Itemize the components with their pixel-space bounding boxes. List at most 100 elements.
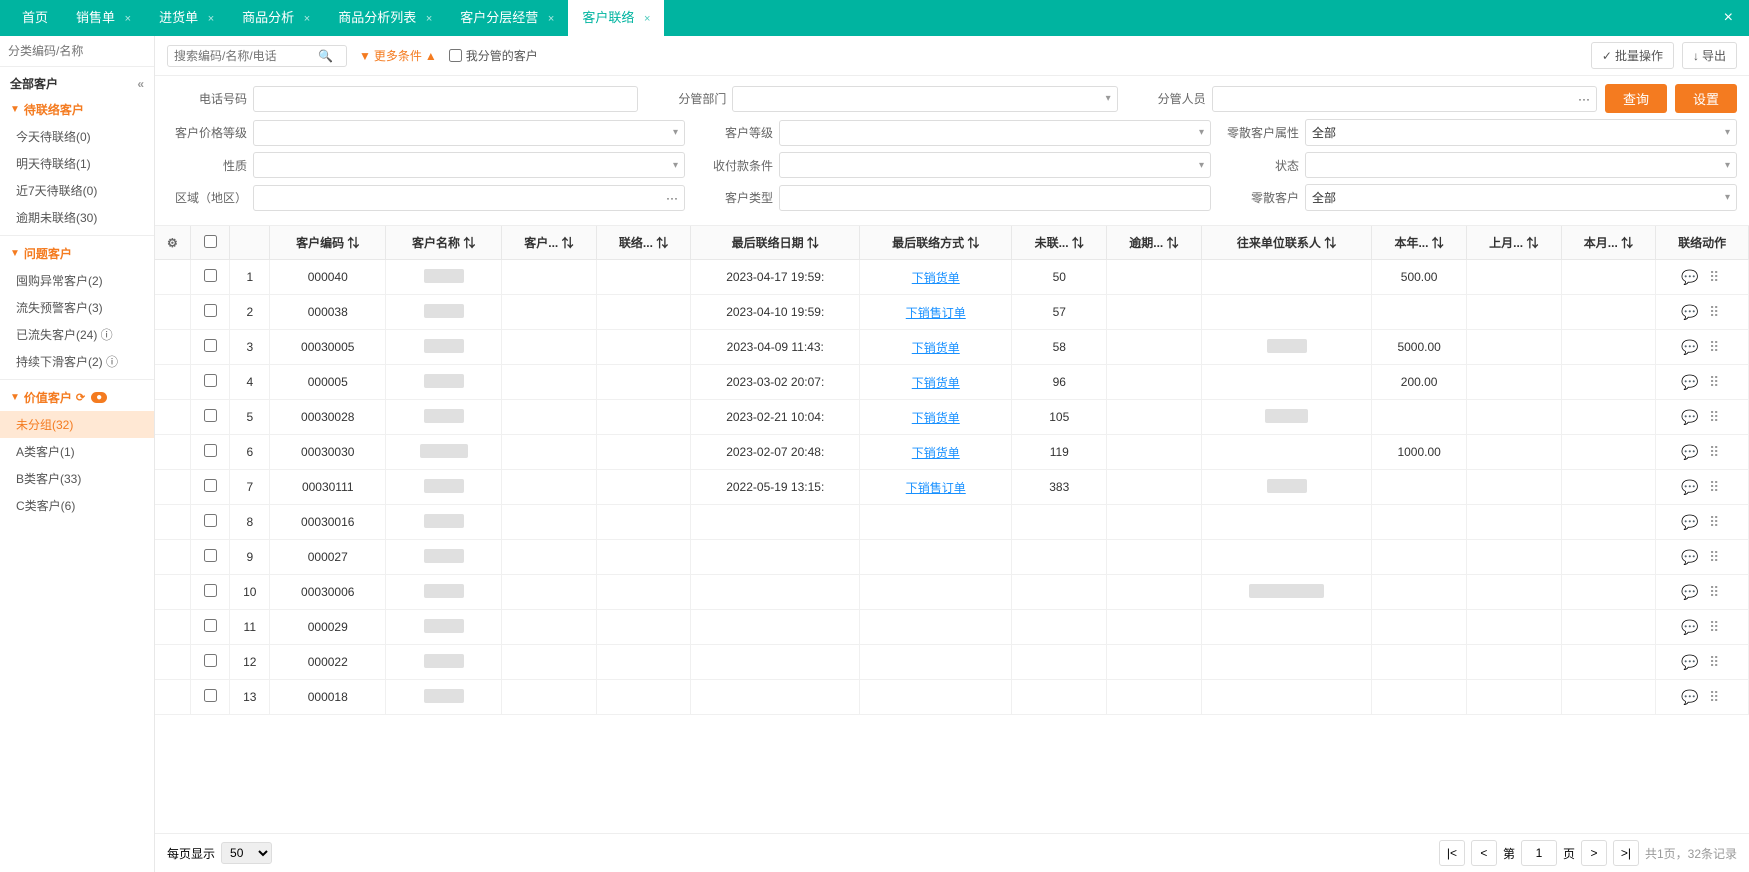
dept-select[interactable]: ▾ (732, 86, 1117, 112)
row-checkbox[interactable] (204, 689, 217, 702)
phone-input[interactable] (253, 86, 638, 112)
close-product-analysis-list-icon[interactable]: × (426, 13, 432, 25)
th-name[interactable]: 客户名称 ⇅ (386, 226, 502, 260)
nav-product-analysis-list[interactable]: 商品分析列表 × (324, 0, 446, 36)
sidebar-item-ungrouped[interactable]: 未分组(32) (0, 411, 154, 438)
row-checkbox[interactable] (204, 444, 217, 457)
message-icon[interactable]: 💬 (1680, 547, 1700, 567)
select-all-checkbox[interactable] (204, 235, 217, 248)
message-icon[interactable]: 💬 (1680, 337, 1700, 357)
row-checkbox[interactable] (204, 514, 217, 527)
row-checkbox[interactable] (204, 374, 217, 387)
last-type-link[interactable]: 下销货单 (912, 341, 960, 355)
customer-type-input[interactable] (779, 185, 1211, 211)
last-type-link[interactable]: 下销售订单 (906, 306, 966, 320)
th-overdue[interactable]: 逾期... ⇅ (1107, 226, 1202, 260)
more-icon[interactable]: ⠿ (1704, 337, 1724, 357)
sidebar-item-churn-warning[interactable]: 流失预警客户(3) (0, 294, 154, 321)
search-button-icon[interactable]: 🔍 (318, 49, 333, 63)
manager-input[interactable]: ··· (1212, 86, 1597, 112)
customer-level-select[interactable]: ▾ (779, 120, 1211, 146)
th-last-date[interactable]: 最后联络日期 ⇅ (691, 226, 860, 260)
sidebar-search-input[interactable] (8, 44, 155, 58)
row-checkbox[interactable] (204, 584, 217, 597)
export-btn[interactable]: ↓ 导出 (1682, 42, 1737, 69)
more-icon[interactable]: ⠿ (1704, 687, 1724, 707)
window-close-button[interactable]: × (1716, 9, 1741, 27)
more-icon[interactable]: ⠿ (1704, 512, 1724, 532)
row-checkbox[interactable] (204, 409, 217, 422)
query-button[interactable]: 查询 (1605, 84, 1667, 113)
retail-customer-select[interactable]: 全部 ▾ (1305, 184, 1737, 211)
sidebar-item-tomorrow-pending[interactable]: 明天待联络(1) (0, 150, 154, 177)
th-code[interactable]: 客户编码 ⇅ (270, 226, 386, 260)
problem-customers-group[interactable]: ▼ 问题客户 (0, 240, 154, 267)
settings-icon[interactable]: ⚙ (167, 236, 178, 250)
more-icon[interactable]: ⠿ (1704, 407, 1724, 427)
close-customer-contact-icon[interactable]: × (644, 13, 650, 25)
first-page-btn[interactable]: |< (1439, 840, 1465, 866)
close-customer-segment-icon[interactable]: × (548, 13, 554, 25)
th-company-contact[interactable]: 往来单位联系人 ⇅ (1201, 226, 1372, 260)
more-icon[interactable]: ⠿ (1704, 442, 1724, 462)
sidebar-item-7day-pending[interactable]: 近7天待联络(0) (0, 177, 154, 204)
row-checkbox[interactable] (204, 654, 217, 667)
my-customers-check[interactable] (449, 49, 462, 62)
nav-sales[interactable]: 销售单 × (62, 0, 145, 36)
pending-contact-group[interactable]: ▼ 待联络客户 (0, 96, 154, 123)
last-type-link[interactable]: 下销货单 (912, 376, 960, 390)
th-this-month[interactable]: 本月... ⇅ (1561, 226, 1656, 260)
more-icon[interactable]: ⠿ (1704, 302, 1724, 322)
nav-customer-segment[interactable]: 客户分层经营 × (446, 0, 568, 36)
row-checkbox[interactable] (204, 479, 217, 492)
collapse-sidebar-icon[interactable]: « (137, 77, 144, 91)
th-last-type[interactable]: 最后联络方式 ⇅ (860, 226, 1012, 260)
last-type-link[interactable]: 下销货单 (912, 446, 960, 460)
last-page-btn[interactable]: >| (1613, 840, 1639, 866)
message-icon[interactable]: 💬 (1680, 302, 1700, 322)
prev-page-btn[interactable]: < (1471, 840, 1497, 866)
th-settings[interactable]: ⚙ (155, 226, 190, 260)
sidebar-item-class-b[interactable]: B类客户(33) (0, 465, 154, 492)
page-number-input[interactable] (1521, 840, 1557, 866)
payment-select[interactable]: ▾ (779, 152, 1211, 178)
next-page-btn[interactable]: > (1581, 840, 1607, 866)
value-refresh-icon[interactable]: ⟳ (76, 391, 85, 404)
sidebar-item-churned[interactable]: 已流失客户(24) ⓘ (0, 321, 154, 348)
message-icon[interactable]: 💬 (1680, 477, 1700, 497)
nature-select[interactable]: ▾ (253, 152, 685, 178)
batch-operations-btn[interactable]: ✓ 批量操作 (1591, 42, 1674, 69)
row-checkbox[interactable] (204, 619, 217, 632)
more-icon[interactable]: ⠿ (1704, 372, 1724, 392)
value-customers-group[interactable]: ▼ 价值客户 ⟳ ● (0, 384, 154, 411)
message-icon[interactable]: 💬 (1680, 617, 1700, 637)
sidebar-item-class-c[interactable]: C类客户(6) (0, 492, 154, 519)
th-contact[interactable]: 联络... ⇅ (596, 226, 691, 260)
last-type-link[interactable]: 下销货单 (912, 411, 960, 425)
sidebar-item-today-pending[interactable]: 今天待联络(0) (0, 123, 154, 150)
message-icon[interactable]: 💬 (1680, 267, 1700, 287)
reset-button[interactable]: 设置 (1675, 84, 1737, 113)
more-conditions-btn[interactable]: ▼ 更多条件 ▲ (359, 47, 437, 64)
close-purchase-icon[interactable]: × (208, 13, 214, 25)
sidebar-item-overdue-pending[interactable]: 逾期未联络(30) (0, 204, 154, 231)
th-this-year[interactable]: 本年... ⇅ (1372, 226, 1467, 260)
nav-customer-contact[interactable]: 客户联络 × (568, 0, 664, 36)
sidebar-item-declining[interactable]: 持续下滑客户(2) ⓘ (0, 348, 154, 375)
search-input[interactable] (174, 49, 314, 63)
last-type-link[interactable]: 下销货单 (912, 271, 960, 285)
message-icon[interactable]: 💬 (1680, 372, 1700, 392)
nav-purchase[interactable]: 进货单 × (145, 0, 228, 36)
more-icon[interactable]: ⠿ (1704, 617, 1724, 637)
status-select[interactable]: ▾ (1305, 152, 1737, 178)
message-icon[interactable]: 💬 (1680, 582, 1700, 602)
nav-product-analysis[interactable]: 商品分析 × (228, 0, 324, 36)
last-type-link[interactable]: 下销售订单 (906, 481, 966, 495)
page-size-dropdown[interactable]: 50 100 200 (221, 842, 272, 864)
message-icon[interactable]: 💬 (1680, 652, 1700, 672)
region-input[interactable]: ··· (253, 185, 685, 211)
sidebar-item-class-a[interactable]: A类客户(1) (0, 438, 154, 465)
row-checkbox[interactable] (204, 549, 217, 562)
more-icon[interactable]: ⠿ (1704, 477, 1724, 497)
message-icon[interactable]: 💬 (1680, 687, 1700, 707)
